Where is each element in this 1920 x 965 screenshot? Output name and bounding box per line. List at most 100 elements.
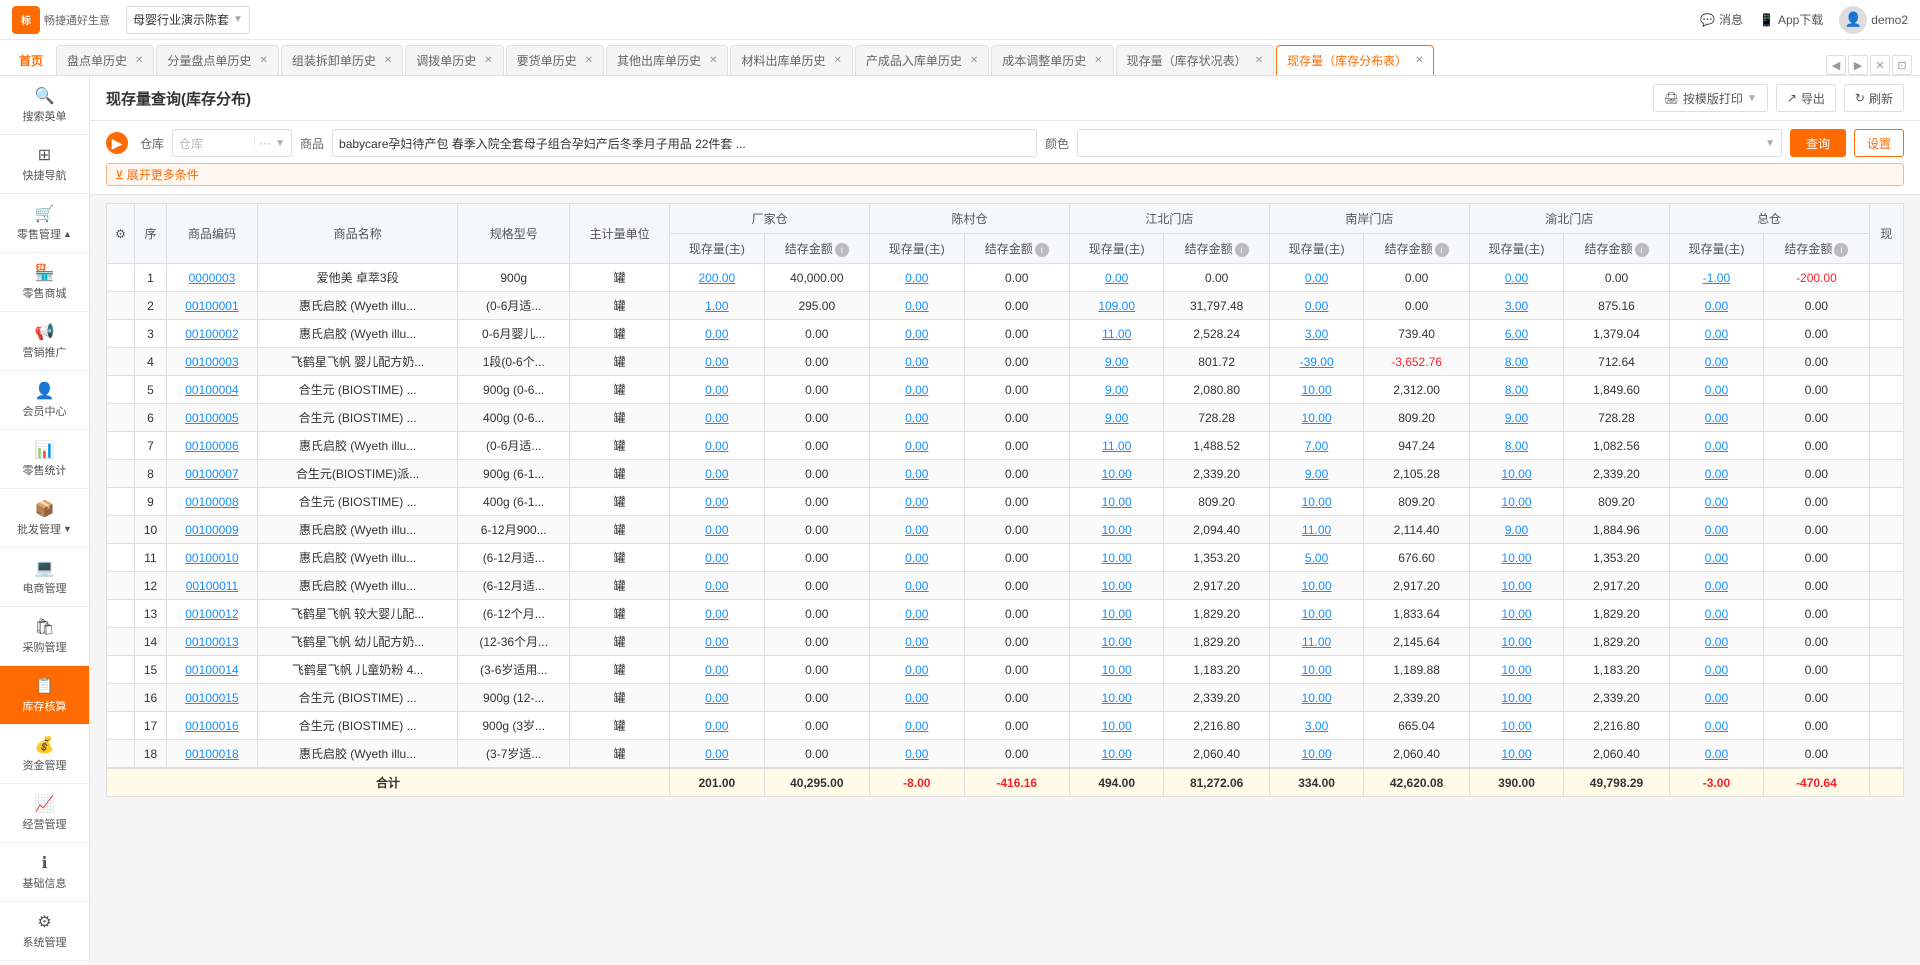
table-row: 1300100012飞鹤星飞帆 较大婴儿配...(6-12个月...罐0.000…: [107, 600, 1904, 628]
sidebar-item-wholesale[interactable]: 📦 批发管理 ▼: [0, 489, 89, 548]
close-icon[interactable]: ✕: [135, 55, 143, 66]
gear-th: ⚙: [107, 204, 135, 264]
tab-label: 盘点单历史: [67, 52, 127, 69]
sidebar-item-member[interactable]: 👤 会员中心: [0, 371, 89, 430]
color-caret-icon: ▼: [1765, 138, 1775, 149]
close-icon[interactable]: ✕: [1415, 55, 1423, 66]
sidebar-item-operations[interactable]: 📈 经营管理: [0, 784, 89, 843]
sidebar-label: 零售统计: [4, 462, 85, 478]
sidebar-item-mall[interactable]: 🏪 零售商城: [0, 253, 89, 312]
tab-sub-inventory[interactable]: 分量盘点单历史 ✕: [156, 45, 278, 75]
f-stock-th: 现存量(主): [670, 234, 764, 264]
tab-request[interactable]: 要货单历史 ✕: [506, 45, 604, 75]
ellipsis-btn[interactable]: ···: [254, 136, 271, 150]
tab-other-out[interactable]: 其他出库单历史 ✕: [606, 45, 728, 75]
tab-close-btn[interactable]: ✕: [1870, 55, 1890, 75]
total-stock-th: 现存量(主): [1669, 234, 1763, 264]
tab-home[interactable]: 首页: [8, 45, 54, 75]
close-icon[interactable]: ✕: [833, 55, 841, 66]
unit-th: 主计量单位: [570, 204, 670, 264]
table-row: 900100008合生元 (BIOSTIME) ...400g (6-1...罐…: [107, 488, 1904, 516]
company-caret-icon: ▼: [233, 14, 243, 25]
close-icon[interactable]: ✕: [970, 55, 978, 66]
color-selector[interactable]: ▼: [1077, 129, 1782, 157]
yubei-store-th: 渝北门店: [1469, 204, 1669, 234]
code-th: 商品编码: [167, 204, 258, 264]
export-btn[interactable]: ↗ 导出: [1776, 84, 1836, 112]
export-icon: ↗: [1787, 91, 1797, 105]
tab-cost-adjust[interactable]: 成本调整单历史 ✕: [991, 45, 1113, 75]
lc-amount-info-icon[interactable]: i: [1035, 243, 1049, 257]
sidebar-item-retail-stats[interactable]: 📊 零售统计: [0, 430, 89, 489]
sidebar-item-ecommerce[interactable]: 💻 电商管理: [0, 548, 89, 607]
sidebar-item-retail[interactable]: 🛒 零售管理 ▲: [0, 194, 89, 253]
top-bar: 标 畅捷通好生意 母婴行业演示陈套 ▼ 💬 消息 📱 App下载 👤 demo2: [0, 0, 1920, 40]
f-amount-info-icon[interactable]: i: [835, 243, 849, 257]
sidebar-label: 经营管理: [4, 816, 85, 832]
warehouse-placeholder: 仓库: [179, 135, 203, 152]
sidebar-label: 会员中心: [4, 403, 85, 419]
sidebar-label: 资金管理: [4, 757, 85, 773]
tab-stock-dist[interactable]: 现存量（库存分布表） ✕: [1276, 45, 1434, 75]
close-icon[interactable]: ✕: [709, 55, 717, 66]
sidebar-item-collab[interactable]: 🤝 企业协同: [0, 961, 89, 965]
print-btn[interactable]: 🖨 按模版打印 ▼: [1653, 84, 1768, 112]
sidebar-item-purchase[interactable]: 🛍 采购管理: [0, 607, 89, 666]
close-icon[interactable]: ✕: [585, 55, 593, 66]
tab-next-btn[interactable]: ▶: [1848, 55, 1868, 75]
na-amount-info-icon[interactable]: i: [1435, 243, 1449, 257]
tab-stock-status[interactable]: 现存量（库存状况表） ✕: [1116, 45, 1274, 75]
message-btn[interactable]: 💬 消息: [1700, 11, 1743, 28]
tab-expand-btn[interactable]: ⊡: [1892, 55, 1912, 75]
expand-toggle-btn[interactable]: ▶: [106, 132, 128, 154]
sidebar-label-row: 批发管理 ▼: [4, 521, 85, 537]
sidebar-label: 零售商城: [4, 285, 85, 301]
sidebar-item-finance[interactable]: 💰 资金管理: [0, 725, 89, 784]
close-icon[interactable]: ✕: [1094, 55, 1102, 66]
tab-home-label: 首页: [19, 52, 43, 69]
filter-area: ▶ 仓库 仓库 ··· ▼ 商品 颜色 ▼ 查询 设置: [90, 121, 1920, 195]
tab-prev-btn[interactable]: ◀: [1826, 55, 1846, 75]
close-icon[interactable]: ✕: [259, 55, 267, 66]
jb-amount-info-icon[interactable]: i: [1235, 243, 1249, 257]
close-icon[interactable]: ✕: [1255, 55, 1263, 66]
refresh-btn[interactable]: ↻ 刷新: [1844, 84, 1904, 112]
data-table: ⚙ 序 商品编码 商品名称 规格型号 主计量单位 厂家仓 陈村仓 江北门店 南岸…: [106, 203, 1904, 797]
yb-amount-info-icon[interactable]: i: [1635, 243, 1649, 257]
sidebar-item-system[interactable]: ⚙ 系统管理: [0, 902, 89, 961]
sidebar-label-row: 零售管理 ▲: [4, 226, 85, 242]
table-row: 1100100010惠氏启胶 (Wyeth illu...(6-12月适...罐…: [107, 544, 1904, 572]
tab-material-out[interactable]: 材料出库单历史 ✕: [730, 45, 852, 75]
sidebar-item-inventory[interactable]: 📋 库存核算: [0, 666, 89, 725]
spec-th: 规格型号: [458, 204, 570, 264]
sidebar-item-search[interactable]: 🔍 搜索英单: [0, 76, 89, 135]
tab-product-in[interactable]: 产成品入库单历史 ✕: [855, 45, 989, 75]
tab-inventory-check[interactable]: 盘点单历史 ✕: [56, 45, 154, 75]
sidebar-item-nav[interactable]: ⊞ 快捷导航: [0, 135, 89, 194]
sidebar-item-base[interactable]: ℹ 基础信息: [0, 843, 89, 902]
tab-label: 要货单历史: [517, 52, 577, 69]
setting-btn[interactable]: 设置: [1854, 129, 1904, 157]
close-icon[interactable]: ✕: [484, 55, 492, 66]
tab-bar: 首页 盘点单历史 ✕ 分量盘点单历史 ✕ 组装拆卸单历史 ✕ 调拨单历史 ✕ 要…: [0, 40, 1920, 76]
table-row: 300100002惠氏启胶 (Wyeth illu...0-6月婴儿...罐0.…: [107, 320, 1904, 348]
expand-more-btn[interactable]: ⊻ 展开更多条件: [106, 163, 1904, 186]
warehouse-selector[interactable]: 仓库 ··· ▼: [172, 129, 292, 157]
table-row: 1400100013飞鹤星飞帆 幼儿配方奶...(12-36个月...罐0.00…: [107, 628, 1904, 656]
sidebar-item-marketing[interactable]: 📢 营销推广: [0, 312, 89, 371]
tab-navigation: ◀ ▶ ✕ ⊡: [1824, 55, 1912, 75]
print-icon: 🖨: [1664, 91, 1679, 105]
close-icon[interactable]: ✕: [384, 55, 392, 66]
search-icon: 🔍: [4, 86, 85, 106]
user-info[interactable]: 👤 demo2: [1839, 6, 1908, 34]
total-amount-info-icon[interactable]: i: [1834, 243, 1848, 257]
na-stock-th: 现存量(主): [1269, 234, 1363, 264]
app-download-btn[interactable]: 📱 App下载: [1759, 11, 1823, 28]
goods-input[interactable]: [332, 129, 1037, 157]
query-btn[interactable]: 查询: [1790, 129, 1846, 157]
sidebar: 🔍 搜索英单 ⊞ 快捷导航 🛒 零售管理 ▲ 🏪 零售商城 📢 营销推广 👤 会…: [0, 76, 90, 965]
sidebar-label: 快捷导航: [4, 167, 85, 183]
tab-assembly[interactable]: 组装拆卸单历史 ✕: [281, 45, 403, 75]
company-selector[interactable]: 母婴行业演示陈套 ▼: [126, 6, 250, 34]
tab-transfer[interactable]: 调拨单历史 ✕: [405, 45, 503, 75]
